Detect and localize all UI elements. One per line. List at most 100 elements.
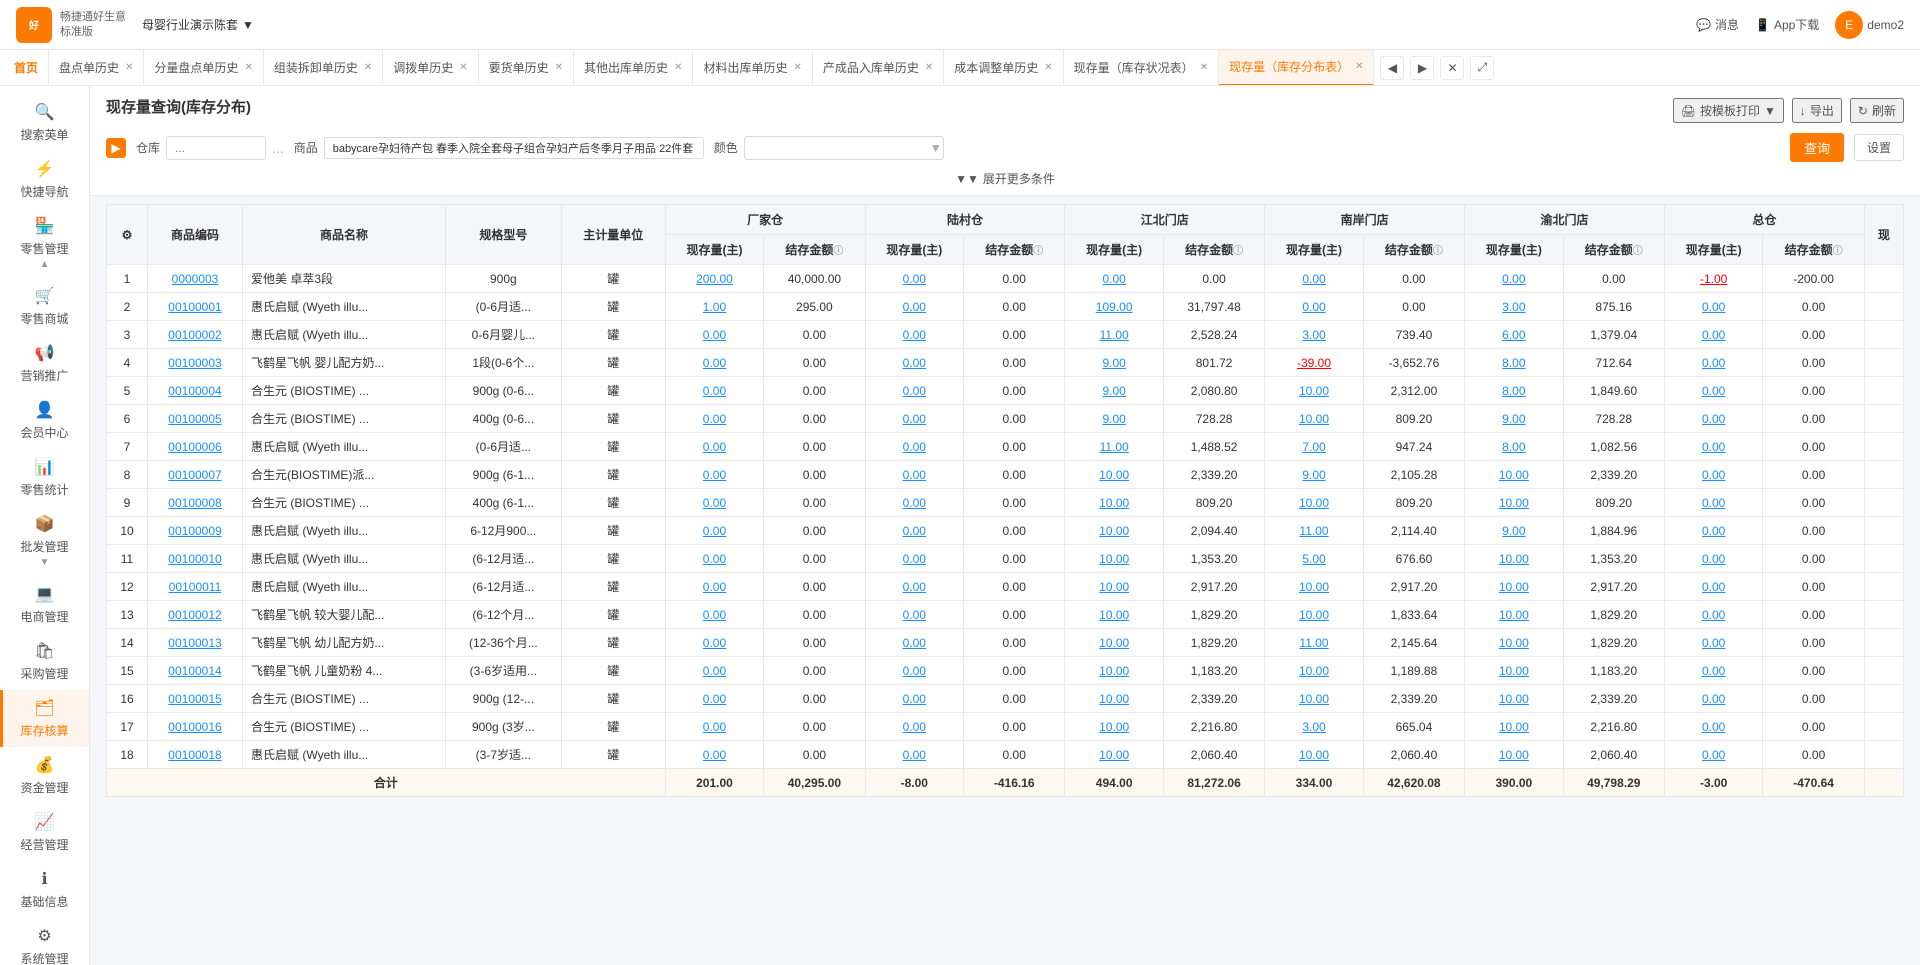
row-lucun-qty[interactable]: 0.00 — [865, 461, 964, 489]
tab-home[interactable]: 首页 — [4, 50, 49, 86]
row-lucun-qty[interactable]: 0.00 — [865, 265, 964, 293]
message-btn[interactable]: 💬 消息 — [1696, 16, 1739, 33]
row-code[interactable]: 00100008 — [147, 489, 242, 517]
row-lucun-qty[interactable]: 0.00 — [865, 405, 964, 433]
row-total-qty[interactable]: 0.00 — [1664, 489, 1763, 517]
tab-next-btn[interactable]: ▶ — [1410, 56, 1434, 80]
close-icon[interactable]: ✕ — [1355, 61, 1363, 72]
row-total-qty[interactable]: 0.00 — [1664, 629, 1763, 657]
row-total-qty[interactable]: 0.00 — [1664, 293, 1763, 321]
row-code[interactable]: 00100016 — [147, 713, 242, 741]
row-total-qty[interactable]: 0.00 — [1664, 657, 1763, 685]
row-factory-qty[interactable]: 0.00 — [665, 405, 764, 433]
row-factory-qty[interactable]: 0.00 — [665, 629, 764, 657]
row-nanan-qty[interactable]: 11.00 — [1265, 517, 1364, 545]
row-lucun-qty[interactable]: 0.00 — [865, 685, 964, 713]
row-total-qty[interactable]: 0.00 — [1664, 685, 1763, 713]
tab-close-all-btn[interactable]: ✕ — [1440, 56, 1464, 80]
close-icon[interactable]: ✕ — [364, 62, 372, 73]
sidebar-item-inventory[interactable]: 🗂 库存核算 — [0, 690, 89, 747]
row-nanan-qty[interactable]: 10.00 — [1265, 685, 1364, 713]
row-total-qty[interactable]: -1.00 — [1664, 265, 1763, 293]
row-code[interactable]: 00100002 — [147, 321, 242, 349]
row-total-qty[interactable]: 0.00 — [1664, 601, 1763, 629]
close-icon[interactable]: ✕ — [793, 62, 801, 73]
row-jiangbei-qty[interactable]: 10.00 — [1065, 545, 1164, 573]
row-code[interactable]: 00100013 — [147, 629, 242, 657]
sidebar-item-retail-mall[interactable]: 🛒 零售商城 — [0, 278, 89, 335]
row-yubei-qty[interactable]: 8.00 — [1465, 433, 1564, 461]
tab-stock-distribution[interactable]: 现存量（库存分布表） ✕ — [1219, 50, 1374, 86]
row-jiangbei-qty[interactable]: 9.00 — [1065, 405, 1164, 433]
print-btn[interactable]: 🖨 按模板打印 ▼ — [1673, 98, 1784, 123]
row-code[interactable]: 0000003 — [147, 265, 242, 293]
row-lucun-qty[interactable]: 0.00 — [865, 741, 964, 769]
query-btn[interactable]: 查询 — [1790, 133, 1844, 162]
sidebar-item-operations[interactable]: 📈 经营管理 — [0, 804, 89, 861]
row-factory-qty[interactable]: 0.00 — [665, 321, 764, 349]
row-yubei-qty[interactable]: 10.00 — [1465, 713, 1564, 741]
tab-inventory-count[interactable]: 盘点单历史 ✕ — [49, 50, 144, 86]
row-code[interactable]: 00100004 — [147, 377, 242, 405]
tab-material-outbound[interactable]: 材料出库单历史 ✕ — [693, 50, 812, 86]
row-code[interactable]: 00100007 — [147, 461, 242, 489]
expand-conditions-btn[interactable]: ▼▼ 展开更多条件 — [955, 170, 1055, 187]
tab-stock-status[interactable]: 现存量（库存状况表） ✕ — [1064, 50, 1219, 86]
tab-transfer[interactable]: 调拨单历史 ✕ — [383, 50, 478, 86]
tab-product-inbound[interactable]: 产成品入库单历史 ✕ — [813, 50, 944, 86]
row-total-qty[interactable]: 0.00 — [1664, 349, 1763, 377]
row-factory-qty[interactable]: 0.00 — [665, 545, 764, 573]
row-nanan-qty[interactable]: 10.00 — [1265, 741, 1364, 769]
row-jiangbei-qty[interactable]: 10.00 — [1065, 629, 1164, 657]
row-nanan-qty[interactable]: 0.00 — [1265, 293, 1364, 321]
row-yubei-qty[interactable]: 8.00 — [1465, 377, 1564, 405]
row-total-qty[interactable]: 0.00 — [1664, 377, 1763, 405]
row-nanan-qty[interactable]: 9.00 — [1265, 461, 1364, 489]
row-factory-qty[interactable]: 0.00 — [665, 573, 764, 601]
color-input[interactable] — [744, 136, 944, 160]
row-nanan-qty[interactable]: -39.00 — [1265, 349, 1364, 377]
sidebar-item-ecommerce[interactable]: 💻 电商管理 — [0, 576, 89, 633]
row-total-qty[interactable]: 0.00 — [1664, 461, 1763, 489]
tab-fullscreen-btn[interactable]: ⤢ — [1470, 56, 1494, 80]
row-yubei-qty[interactable]: 6.00 — [1465, 321, 1564, 349]
row-jiangbei-qty[interactable]: 9.00 — [1065, 377, 1164, 405]
row-code[interactable]: 00100005 — [147, 405, 242, 433]
row-yubei-qty[interactable]: 10.00 — [1465, 489, 1564, 517]
row-code[interactable]: 00100011 — [147, 573, 242, 601]
row-nanan-qty[interactable]: 3.00 — [1265, 321, 1364, 349]
row-yubei-qty[interactable]: 10.00 — [1465, 685, 1564, 713]
row-lucun-qty[interactable]: 0.00 — [865, 321, 964, 349]
row-lucun-qty[interactable]: 0.00 — [865, 377, 964, 405]
close-icon[interactable]: ✕ — [1044, 62, 1052, 73]
row-lucun-qty[interactable]: 0.00 — [865, 349, 964, 377]
warehouse-more-btn[interactable]: ... — [272, 140, 284, 156]
row-nanan-qty[interactable]: 10.00 — [1265, 377, 1364, 405]
row-jiangbei-qty[interactable]: 11.00 — [1065, 321, 1164, 349]
row-nanan-qty[interactable]: 5.00 — [1265, 545, 1364, 573]
close-icon[interactable]: ✕ — [1200, 62, 1208, 73]
row-jiangbei-qty[interactable]: 10.00 — [1065, 713, 1164, 741]
sidebar-item-retail-mgmt[interactable]: 🏪 零售管理 ▲ — [0, 208, 89, 278]
row-code[interactable]: 00100015 — [147, 685, 242, 713]
row-jiangbei-qty[interactable]: 9.00 — [1065, 349, 1164, 377]
row-yubei-qty[interactable]: 8.00 — [1465, 349, 1564, 377]
row-code[interactable]: 00100003 — [147, 349, 242, 377]
row-yubei-qty[interactable]: 3.00 — [1465, 293, 1564, 321]
row-nanan-qty[interactable]: 10.00 — [1265, 657, 1364, 685]
sidebar-item-search[interactable]: 🔍 搜索英单 — [0, 94, 89, 151]
sidebar-item-purchase[interactable]: 🛍 采购管理 — [0, 633, 89, 690]
row-total-qty[interactable]: 0.00 — [1664, 713, 1763, 741]
row-lucun-qty[interactable]: 0.00 — [865, 629, 964, 657]
row-code[interactable]: 00100009 — [147, 517, 242, 545]
filter-expand-arrow[interactable]: ▶ — [106, 138, 126, 158]
close-icon[interactable]: ✕ — [674, 62, 682, 73]
sidebar-item-members[interactable]: 👤 会员中心 — [0, 392, 89, 449]
color-dropdown-icon[interactable]: ▼ — [930, 141, 942, 155]
row-code[interactable]: 00100010 — [147, 545, 242, 573]
row-yubei-qty[interactable]: 9.00 — [1465, 517, 1564, 545]
sidebar-item-finance[interactable]: 💰 资金管理 — [0, 747, 89, 804]
row-lucun-qty[interactable]: 0.00 — [865, 601, 964, 629]
row-total-qty[interactable]: 0.00 — [1664, 321, 1763, 349]
sidebar-item-wholesale[interactable]: 📦 批发管理 ▼ — [0, 506, 89, 576]
